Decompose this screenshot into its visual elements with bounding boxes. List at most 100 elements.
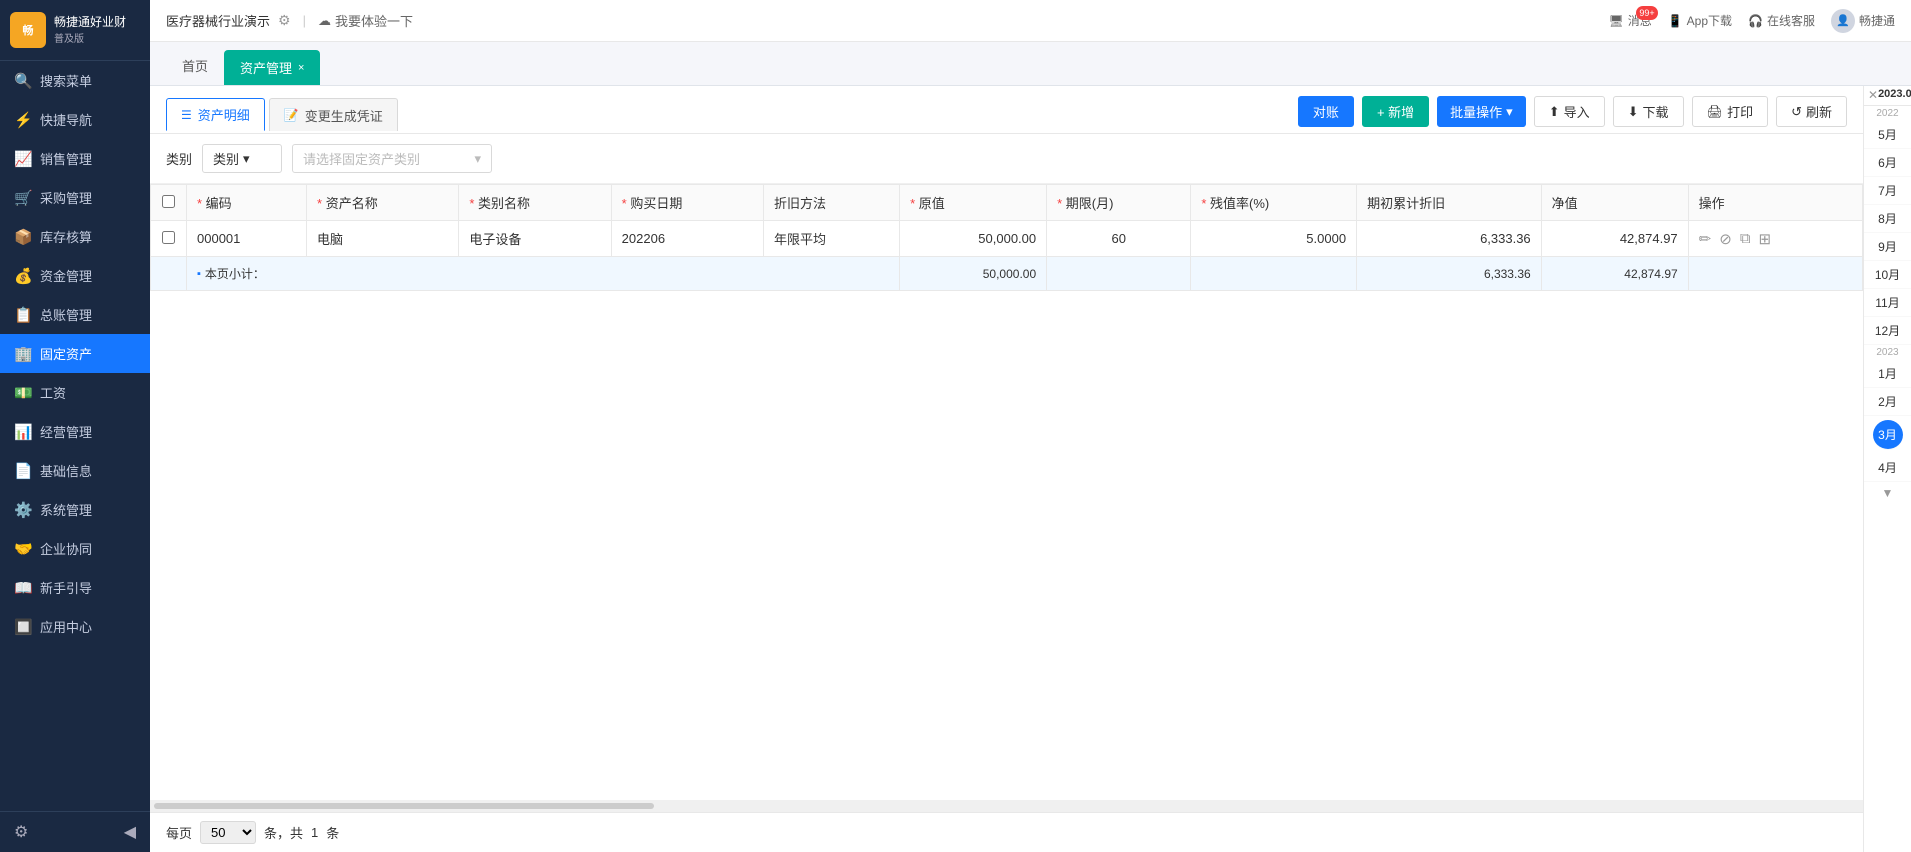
calendar-close-button[interactable]: ✕ bbox=[1868, 88, 1878, 103]
per-page-select[interactable]: 50 100 200 bbox=[200, 821, 256, 844]
reconcile-button[interactable]: 对账 bbox=[1298, 96, 1354, 127]
subtab-asset-detail[interactable]: ☰ 资产明细 bbox=[166, 98, 265, 131]
download-button[interactable]: ⬇ 下载 bbox=[1613, 96, 1684, 127]
experience-button[interactable]: ☁ 我要体验一下 bbox=[318, 11, 413, 30]
calendar-current-year: 2023 bbox=[1864, 345, 1911, 360]
app-title: 畅捷通好业财 bbox=[54, 15, 126, 31]
sidebar-item-sales[interactable]: 📈 销售管理 bbox=[0, 139, 150, 178]
calendar-month-3[interactable]: 3月 bbox=[1873, 420, 1903, 450]
app-download-button[interactable]: 📱 App下载 bbox=[1668, 12, 1732, 29]
building-icon: 🏢 bbox=[14, 345, 32, 363]
tab-asset-management[interactable]: 资产管理 × bbox=[224, 50, 320, 85]
calendar-month-7[interactable]: 7月 bbox=[1864, 177, 1911, 205]
sidebar-item-basic-info[interactable]: 📄 基础信息 bbox=[0, 451, 150, 490]
app-logo: 畅 bbox=[10, 12, 46, 48]
notification-button[interactable]: 🖥 消息 99+ bbox=[1608, 12, 1651, 29]
sidebar-item-fixed-assets[interactable]: 🏢 固定资产 bbox=[0, 334, 150, 373]
sidebar-item-system[interactable]: ⚙️ 系统管理 bbox=[0, 490, 150, 529]
select-all-checkbox[interactable] bbox=[162, 195, 175, 208]
sidebar-item-cooperation[interactable]: 🤝 企业协同 bbox=[0, 529, 150, 568]
sidebar-item-label: 经营管理 bbox=[40, 422, 92, 441]
calendar-month-11[interactable]: 11月 bbox=[1864, 289, 1911, 317]
app-download-label: App下载 bbox=[1687, 12, 1732, 29]
row-checkbox[interactable] bbox=[162, 231, 175, 244]
import-icon: ⬆ bbox=[1549, 104, 1560, 120]
filter-row: 类别 类别 ▾ 请选择固定资产类别 ▾ bbox=[150, 134, 1863, 184]
batch-ops-button[interactable]: 批量操作 ▾ bbox=[1437, 96, 1526, 127]
topbar-left: 医疗器械行业演示 ⚙ | ☁ 我要体验一下 bbox=[166, 11, 1598, 30]
horizontal-scrollbar[interactable] bbox=[150, 800, 1863, 812]
sidebar-item-search[interactable]: 🔍 搜索菜单 bbox=[0, 61, 150, 100]
print-icon: 🖨 bbox=[1707, 104, 1724, 120]
import-label: 导入 bbox=[1564, 102, 1590, 121]
sidebar-item-app-center[interactable]: 🔲 应用中心 bbox=[0, 607, 150, 646]
calendar-month-2[interactable]: 2月 bbox=[1864, 388, 1911, 416]
header-accumulated: 期初累计折旧 bbox=[1357, 185, 1542, 221]
cell-operations: ✏ ⊘ ⧉ ⊞ bbox=[1688, 221, 1862, 257]
subtab-change-voucher[interactable]: 📝 变更生成凭证 bbox=[269, 98, 398, 131]
calendar-month-4[interactable]: 4月 bbox=[1864, 454, 1911, 482]
sidebar-item-operations[interactable]: 📊 经营管理 bbox=[0, 412, 150, 451]
calendar-month-8[interactable]: 8月 bbox=[1864, 205, 1911, 233]
app-edition: 普及版 bbox=[54, 30, 126, 45]
subtotal-original-value: 50,000.00 bbox=[900, 257, 1047, 291]
calendar-month-5[interactable]: 5月 bbox=[1864, 121, 1911, 149]
sidebar-item-purchase[interactable]: 🛒 采购管理 bbox=[0, 178, 150, 217]
sidebar-item-label: 销售管理 bbox=[40, 149, 92, 168]
sidebar-item-label: 库存核算 bbox=[40, 227, 92, 246]
category-type-select[interactable]: 类别 ▾ bbox=[202, 144, 282, 173]
scrollbar-thumb[interactable] bbox=[154, 803, 654, 809]
calendar-month-6[interactable]: 6月 bbox=[1864, 149, 1911, 177]
subtab-asset-detail-label: 资产明细 bbox=[198, 105, 250, 124]
sidebar-item-label: 搜索菜单 bbox=[40, 71, 92, 90]
topbar: 医疗器械行业演示 ⚙ | ☁ 我要体验一下 🖥 消息 99+ 📱 App下载 🎧… bbox=[150, 0, 1911, 42]
sidebar-item-inventory[interactable]: 📦 库存核算 bbox=[0, 217, 150, 256]
table-row: 000001 电脑 电子设备 202206 年限平均 50,000.00 60 … bbox=[151, 221, 1863, 257]
subtabs: ☰ 资产明细 📝 变更生成凭证 对账 + 新增 bbox=[150, 86, 1863, 134]
sidebar-item-payroll[interactable]: 💵 工资 bbox=[0, 373, 150, 412]
calendar-month-9[interactable]: 9月 bbox=[1864, 233, 1911, 261]
calendar-month-10[interactable]: 10月 bbox=[1864, 261, 1911, 289]
sidebar-nav: 🔍 搜索菜单 ⚡ 快捷导航 📈 销售管理 🛒 采购管理 📦 库存核算 💰 资金管… bbox=[0, 61, 150, 811]
category-label: 类别 bbox=[166, 149, 192, 168]
settings-gear-icon[interactable]: ⚙ bbox=[278, 12, 291, 29]
delete-icon[interactable]: ⊘ bbox=[1719, 230, 1732, 248]
category-placeholder: 请选择固定资产类别 bbox=[303, 149, 420, 168]
sidebar-item-quick-nav[interactable]: ⚡ 快捷导航 bbox=[0, 100, 150, 139]
sidebar-item-ledger[interactable]: 📋 总账管理 bbox=[0, 295, 150, 334]
topbar-divider: | bbox=[303, 13, 306, 28]
calendar-month-12[interactable]: 12月 bbox=[1864, 317, 1911, 345]
notification-badge: 99+ bbox=[1636, 6, 1657, 20]
tab-close-button[interactable]: × bbox=[298, 62, 304, 74]
online-service-button[interactable]: 🎧 在线客服 bbox=[1748, 12, 1815, 29]
pagination-bar: 每页 50 100 200 条，共 1 条 bbox=[150, 812, 1863, 852]
print-button[interactable]: 🖨 打印 bbox=[1692, 96, 1769, 127]
user-area[interactable]: 👤 畅捷通 bbox=[1831, 9, 1895, 33]
settings-icon[interactable]: ⚙ bbox=[14, 822, 28, 842]
dropdown-arrow-icon: ▾ bbox=[474, 151, 481, 167]
edit-icon[interactable]: ✏ bbox=[1699, 230, 1712, 248]
headset-icon: 🎧 bbox=[1748, 14, 1763, 28]
refresh-button[interactable]: ↺ 刷新 bbox=[1776, 96, 1847, 127]
more-icon[interactable]: ⊞ bbox=[1759, 230, 1772, 248]
payroll-icon: 💵 bbox=[14, 384, 32, 402]
subtotal-row: ▪ 本页小计： 50,000.00 6,333.36 42,874.97 bbox=[151, 257, 1863, 291]
cell-depreciation-method: 年限平均 bbox=[763, 221, 899, 257]
calendar-down-icon[interactable]: ▼ bbox=[1882, 486, 1894, 500]
new-button[interactable]: + 新增 bbox=[1362, 96, 1429, 127]
cell-code: 000001 bbox=[187, 221, 307, 257]
book-icon: 📖 bbox=[14, 579, 32, 597]
header-period: 期限(月) bbox=[1047, 185, 1191, 221]
asset-table: 编码 资产名称 类别名称 购买日期 折旧方法 原值 期限(月) 残值率(%) 期… bbox=[150, 184, 1863, 291]
sidebar-item-tutorial[interactable]: 📖 新手引导 bbox=[0, 568, 150, 607]
category-input[interactable]: 请选择固定资产类别 ▾ bbox=[292, 144, 492, 173]
copy-icon[interactable]: ⧉ bbox=[1740, 230, 1751, 247]
tab-home[interactable]: 首页 bbox=[166, 48, 224, 85]
sidebar-item-label: 固定资产 bbox=[40, 344, 92, 363]
sidebar-item-fund[interactable]: 💰 资金管理 bbox=[0, 256, 150, 295]
subtabs-left: ☰ 资产明细 📝 变更生成凭证 bbox=[166, 98, 398, 131]
per-page-unit: 条，共 bbox=[264, 823, 303, 842]
collapse-icon[interactable]: ◀ bbox=[124, 822, 136, 842]
import-button[interactable]: ⬆ 导入 bbox=[1534, 96, 1605, 127]
calendar-month-1[interactable]: 1月 bbox=[1864, 360, 1911, 388]
